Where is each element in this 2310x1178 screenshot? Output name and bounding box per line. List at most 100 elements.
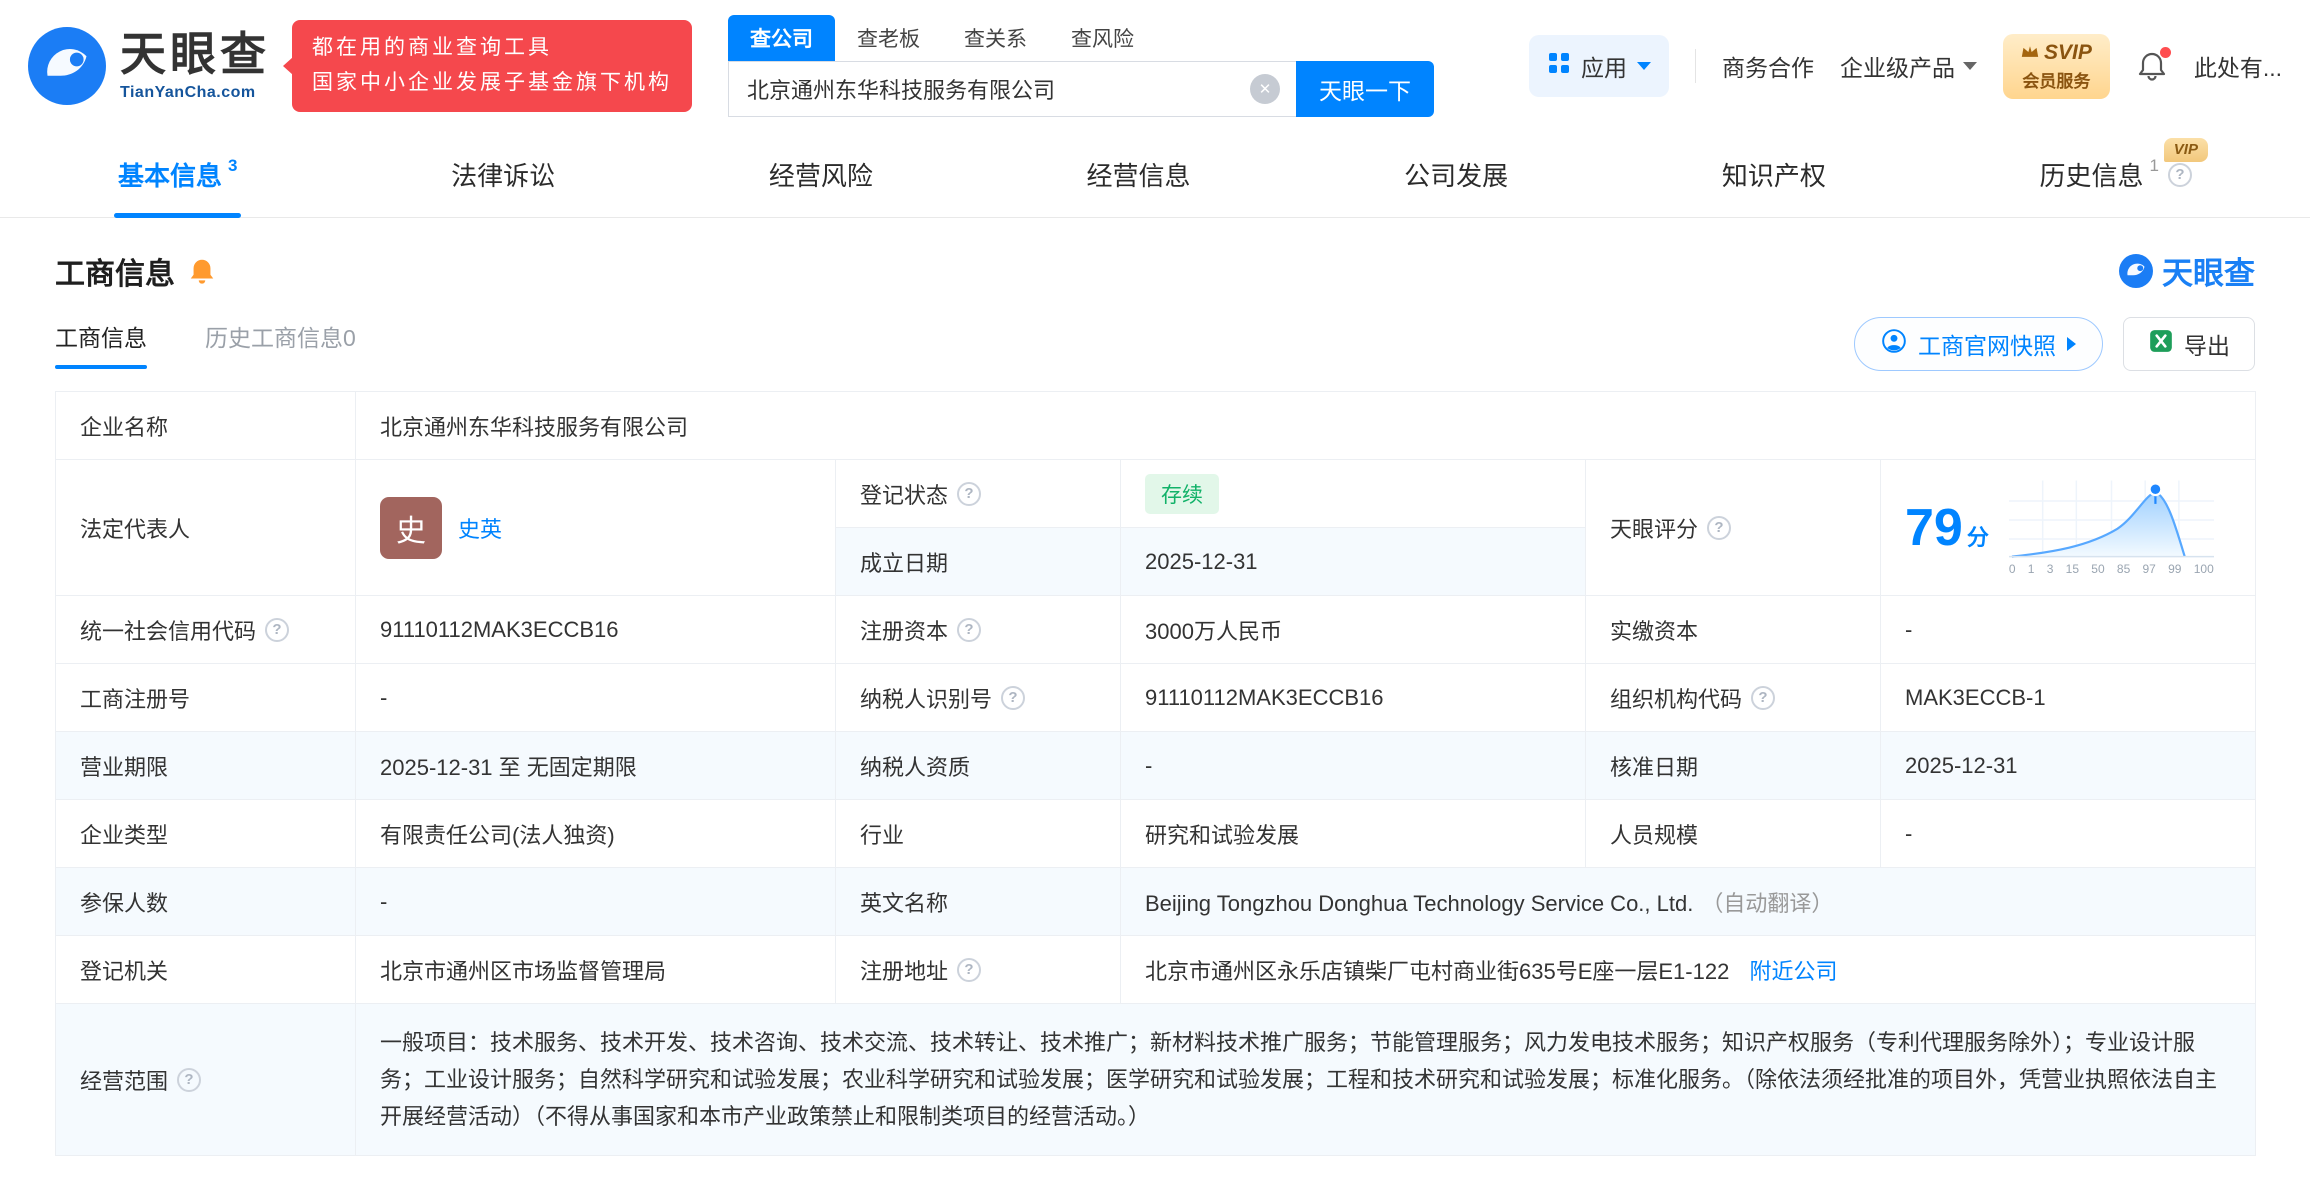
help-icon[interactable]: ? xyxy=(265,618,289,642)
active-underline xyxy=(55,365,147,369)
vip-badge: VIP xyxy=(2164,138,2208,162)
tianyancha-logo[interactable]: 天眼查 TianYanCha.com xyxy=(28,27,270,105)
tianyancha-logo-icon xyxy=(28,27,106,105)
tianyancha-watermark: 天眼查 xyxy=(2119,248,2255,293)
table-actions: 工商官网快照 导出 xyxy=(1854,317,2255,371)
logo-brand-text: 天眼查 xyxy=(120,31,270,77)
search-tab-risk[interactable]: 查风险 xyxy=(1049,15,1156,61)
tab-operating-risk[interactable]: 经营风险 xyxy=(769,132,873,217)
subtab-row: 工商信息 历史工商信息0 工商官网快照 xyxy=(55,317,2255,371)
reg-capital-label: 注册资本 ? xyxy=(836,596,1121,664)
search-button[interactable]: 天眼一下 xyxy=(1296,61,1434,117)
org-code-label: 组织机构代码 ? xyxy=(1586,664,1881,732)
address-label: 注册地址 ? xyxy=(836,936,1121,1004)
taxpayer-quality-value: - xyxy=(1121,732,1586,800)
tab-intellectual-property[interactable]: 知识产权 xyxy=(1722,132,1826,217)
search-area: 查公司 查老板 查关系 查风险 ✕ 天眼一下 xyxy=(728,15,1434,117)
scope-label: 经营范围 ? xyxy=(56,1004,356,1156)
industry-value: 研究和试验发展 xyxy=(1121,800,1586,868)
legal-rep-link[interactable]: 史英 xyxy=(458,512,502,544)
help-icon[interactable]: ? xyxy=(1707,516,1731,540)
nearby-companies-link[interactable]: 附近公司 xyxy=(1749,959,1837,984)
subtab-history-business-info[interactable]: 历史工商信息0 xyxy=(205,319,356,369)
divider xyxy=(1695,49,1696,83)
help-icon[interactable]: ? xyxy=(957,618,981,642)
export-label: 导出 xyxy=(2184,327,2230,361)
notification-dot xyxy=(2160,47,2171,58)
insured-value: - xyxy=(356,868,836,936)
enterprise-products-label: 企业级产品 xyxy=(1840,49,1955,83)
help-icon[interactable]: ? xyxy=(1751,686,1775,710)
clear-icon[interactable]: ✕ xyxy=(1250,74,1280,104)
tab-basic-info-count: 3 xyxy=(228,156,237,176)
official-snapshot-button[interactable]: 工商官网快照 xyxy=(1854,317,2103,371)
org-code-value: MAK3ECCB-1 xyxy=(1881,664,2256,732)
subscribe-bell-icon[interactable] xyxy=(187,256,217,286)
company-type-value: 有限责任公司(法人独资) xyxy=(356,800,836,868)
industry-label: 行业 xyxy=(836,800,1121,868)
search-tab-company[interactable]: 查公司 xyxy=(728,15,835,61)
company-type-label: 企业类型 xyxy=(56,800,356,868)
reg-status-value: 存续 xyxy=(1121,460,1586,528)
staff-size-value: - xyxy=(1881,800,2256,868)
export-button[interactable]: 导出 xyxy=(2123,317,2255,371)
enterprise-products-link[interactable]: 企业级产品 xyxy=(1840,49,1977,83)
reg-authority-label: 登记机关 xyxy=(56,936,356,1004)
auto-translate-note: （自动翻译） xyxy=(1701,891,1833,916)
legal-rep-label: 法定代表人 xyxy=(56,460,356,596)
reg-status-label: 登记状态 ? xyxy=(836,460,1121,528)
business-coop-link[interactable]: 商务合作 xyxy=(1722,49,1814,83)
tab-history-info[interactable]: VIP 历史信息 1 ? xyxy=(2040,132,2192,217)
subtab-business-info[interactable]: 工商信息 xyxy=(55,319,147,369)
taxpayer-quality-label: 纳税人资质 xyxy=(836,732,1121,800)
uscc-value: 91110112MAK3ECCB16 xyxy=(356,596,836,664)
svip-member-badge[interactable]: SVIP 会员服务 xyxy=(2003,34,2110,99)
score-axis: 01 315 5085 9799 100 xyxy=(2009,562,2214,576)
help-icon[interactable]: ? xyxy=(177,1068,201,1092)
business-coop-label: 商务合作 xyxy=(1722,49,1814,83)
business-info-table: 企业名称 北京通州东华科技服务有限公司 法定代表人 史 史英 xyxy=(55,391,2256,1156)
main-content: 工商信息 天眼查 工商信息 历史 xyxy=(0,248,2310,1156)
person-circle-icon xyxy=(1881,328,1907,360)
search-tabs: 查公司 查老板 查关系 查风险 xyxy=(728,15,1434,61)
search-tab-relation[interactable]: 查关系 xyxy=(942,15,1049,61)
crown-icon xyxy=(2021,41,2039,65)
tab-operating-info[interactable]: 经营信息 xyxy=(1086,132,1190,217)
legal-rep-value: 史 史英 xyxy=(356,460,836,596)
arrow-right-icon xyxy=(2067,337,2076,351)
tianyan-score-value: 79分 xyxy=(1881,460,2256,596)
tab-company-development-label: 公司发展 xyxy=(1404,156,1508,193)
paid-capital-value: - xyxy=(1881,596,2256,664)
help-icon[interactable]: ? xyxy=(2168,163,2192,187)
score-chart: 01 315 5085 9799 100 xyxy=(2009,480,2214,576)
tab-history-info-count: 1 xyxy=(2150,156,2159,176)
biz-term-value: 2025-12-31 至 无固定期限 xyxy=(356,732,836,800)
header-right: 应用 商务合作 企业级产品 SVIP 会员服务 xyxy=(1529,34,2282,99)
taxpayer-id-value: 91110112MAK3ECCB16 xyxy=(1121,664,1586,732)
tab-intellectual-property-label: 知识产权 xyxy=(1722,156,1826,193)
svip-label: SVIP xyxy=(2044,41,2092,65)
search-input[interactable] xyxy=(728,61,1296,117)
watermark-text: 天眼查 xyxy=(2162,248,2255,293)
help-icon[interactable]: ? xyxy=(957,958,981,982)
apps-menu[interactable]: 应用 xyxy=(1529,35,1669,97)
apps-label: 应用 xyxy=(1581,49,1627,83)
tab-company-development[interactable]: 公司发展 xyxy=(1404,132,1508,217)
insured-label: 参保人数 xyxy=(56,868,356,936)
legal-rep-avatar[interactable]: 史 xyxy=(380,497,442,559)
reg-no-label: 工商注册号 xyxy=(56,664,356,732)
help-icon[interactable]: ? xyxy=(1001,686,1025,710)
address-value: 北京市通州区永乐店镇柴厂屯村商业街635号E座一层E1-122 附近公司 xyxy=(1121,936,2256,1004)
staff-size-label: 人员规模 xyxy=(1586,800,1881,868)
user-menu[interactable]: 此处有... xyxy=(2194,49,2282,83)
tab-basic-info[interactable]: 基本信息 3 xyxy=(118,132,237,217)
notification-bell-icon[interactable] xyxy=(2136,50,2168,82)
tab-legal-proceedings[interactable]: 法律诉讼 xyxy=(451,132,555,217)
search-tab-boss[interactable]: 查老板 xyxy=(835,15,942,61)
est-date-value: 2025-12-31 xyxy=(1121,528,1586,596)
biz-term-label: 营业期限 xyxy=(56,732,356,800)
scope-value: 一般项目：技术服务、技术开发、技术咨询、技术交流、技术转让、技术推广；新材料技术… xyxy=(356,1004,2256,1156)
tianyancha-company-page: 天眼查 TianYanCha.com 都在用的商业查询工具 国家中小企业发展子基… xyxy=(0,0,2310,1178)
help-icon[interactable]: ? xyxy=(957,482,981,506)
score-marker xyxy=(2149,483,2161,495)
